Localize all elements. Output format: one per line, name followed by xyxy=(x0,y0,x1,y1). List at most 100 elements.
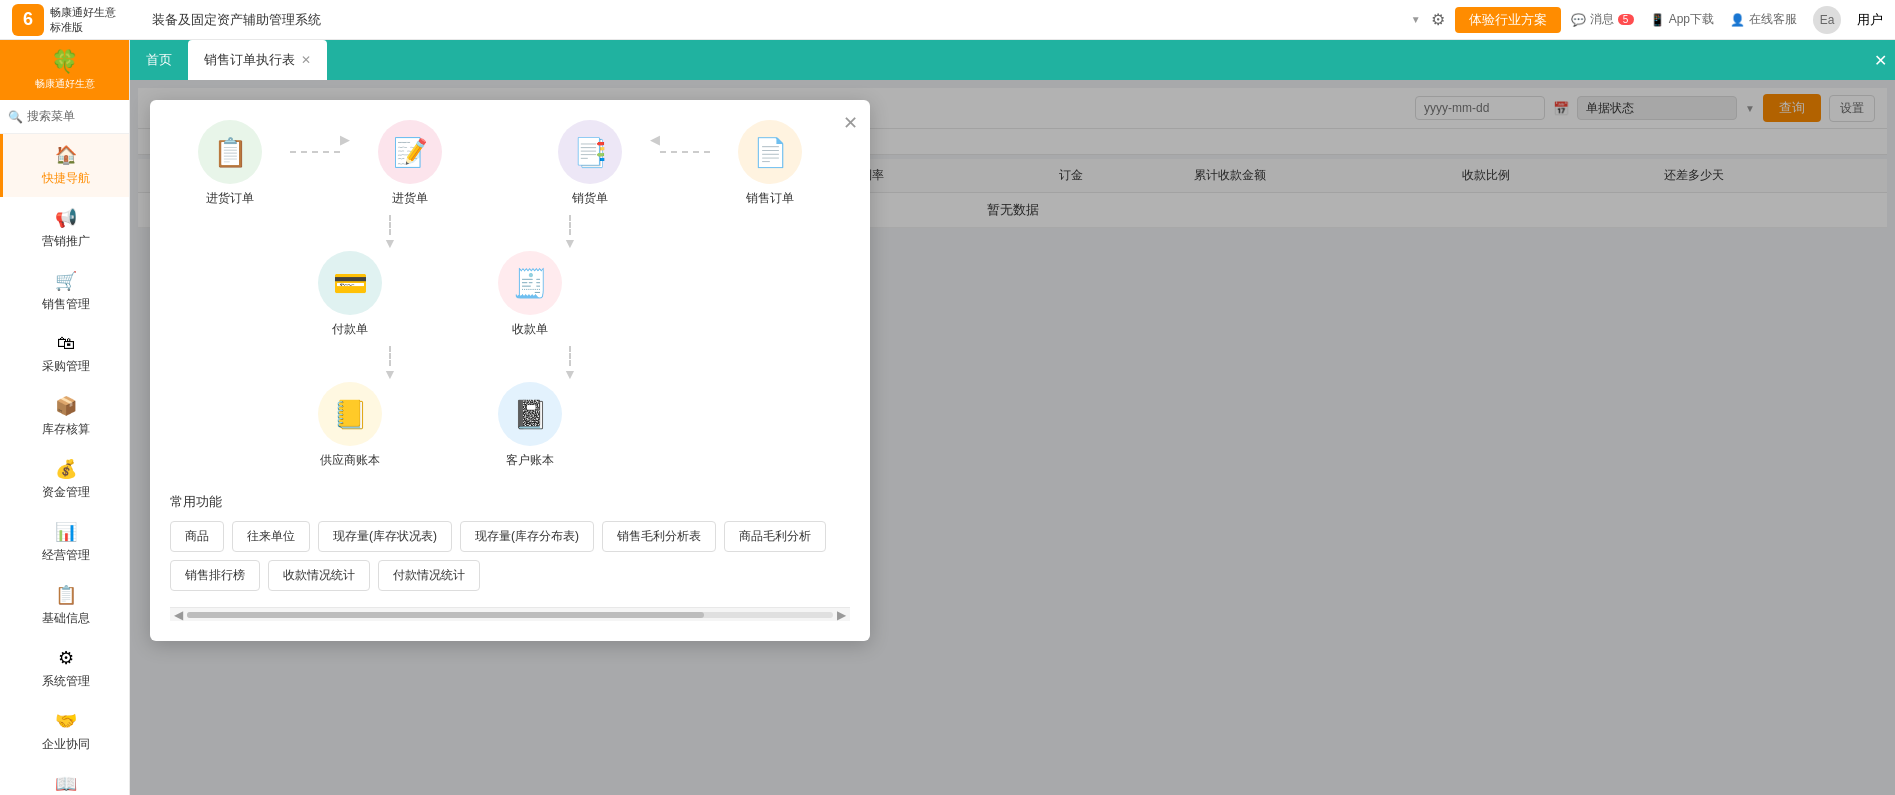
sales-bill-circle[interactable]: 📑 xyxy=(558,120,622,184)
purchase-order-label: 进货订单 xyxy=(206,190,254,207)
logo-char: 6 xyxy=(23,9,33,30)
modal: ✕ 📋 进货订单 xyxy=(150,100,870,641)
finance-icon: 💰 xyxy=(55,458,77,480)
tab-bar-close-icon[interactable]: ✕ xyxy=(1874,51,1887,70)
logo-area: 6 畅康通好生意 标准版 xyxy=(12,4,142,36)
receipt-bill-circle[interactable]: 🧾 xyxy=(498,251,562,315)
avatar[interactable]: Ea xyxy=(1813,6,1841,34)
arrow-row-2: ▼ ▼ xyxy=(330,346,850,382)
logo-text: 畅康通好生意 标准版 xyxy=(50,5,116,34)
sidebar-item-inventory[interactable]: 📦 库存核算 xyxy=(0,385,129,448)
payment-bill-circle[interactable]: 💳 xyxy=(318,251,382,315)
message-btn[interactable]: 💬 消息 5 xyxy=(1571,11,1634,28)
supplier-ledger-icon: 📒 xyxy=(333,398,368,431)
tab-close-icon[interactable]: ✕ xyxy=(301,53,311,67)
sidebar-item-purchase[interactable]: 🛍 采购管理 xyxy=(0,323,129,385)
logo-line1: 畅康通好生意 xyxy=(50,5,116,19)
workflow: 📋 进货订单 ▶ xyxy=(170,120,850,477)
workflow-row-2: 💳 付款单 🧾 收款单 xyxy=(290,251,850,338)
func-btn-stock-dist[interactable]: 现存量(库存分布表) xyxy=(460,521,594,552)
common-functions: 常用功能 商品 往来单位 现存量(库存状况表) 现存量(库存分布表) 销售毛利分… xyxy=(170,493,850,591)
cooperation-label: 企业协同 xyxy=(42,736,90,753)
receipt-bill-icon: 🧾 xyxy=(513,267,548,300)
func-btn-stock-status[interactable]: 现存量(库存状况表) xyxy=(318,521,452,552)
purchase-order-circle[interactable]: 📋 xyxy=(198,120,262,184)
message-badge: 5 xyxy=(1618,14,1634,25)
func-buttons-row-1: 商品 往来单位 现存量(库存状况表) 现存量(库存分布表) 销售毛利分析表 商品… xyxy=(170,521,850,552)
func-btn-receipt-stat[interactable]: 收款情况统计 xyxy=(268,560,370,591)
sales-icon: 🛒 xyxy=(55,270,77,292)
func-buttons-row-2: 销售排行榜 收款情况统计 付款情况统计 xyxy=(170,560,850,591)
customer-ledger-label: 客户账本 xyxy=(506,452,554,469)
scroll-track[interactable] xyxy=(187,612,833,618)
user-label: 用户 xyxy=(1857,11,1883,29)
guide-icon: 📖 xyxy=(55,773,77,795)
system-dropdown-icon[interactable]: ▼ xyxy=(1411,14,1421,25)
tab-home[interactable]: 首页 xyxy=(130,40,188,80)
sales-order-circle[interactable]: 📄 xyxy=(738,120,802,184)
scroll-right-btn[interactable]: ▶ xyxy=(837,608,846,622)
modal-close-btn[interactable]: ✕ xyxy=(843,112,858,134)
customer-ledger-circle[interactable]: 📓 xyxy=(498,382,562,446)
sidebar-item-cooperation[interactable]: 🤝 企业协同 xyxy=(0,700,129,763)
func-btn-sales-rank[interactable]: 销售排行榜 xyxy=(170,560,260,591)
customer-ledger-icon: 📓 xyxy=(513,398,548,431)
sidebar-item-operation[interactable]: 📊 经营管理 xyxy=(0,511,129,574)
top-bar: 6 畅康通好生意 标准版 装备及固定资产辅助管理系统 ▼ ⚙ 体验行业方案 💬 … xyxy=(0,0,1895,40)
modal-overlay[interactable]: ✕ 📋 进货订单 xyxy=(130,80,1895,795)
sidebar-item-quick-nav[interactable]: 🏠 快捷导航 xyxy=(0,134,129,197)
purchase-label: 采购管理 xyxy=(42,358,90,375)
supplier-ledger-circle[interactable]: 📒 xyxy=(318,382,382,446)
app-download-label: App下载 xyxy=(1669,11,1714,28)
sidebar-logo-icon: 🍀 xyxy=(51,49,78,75)
node-customer-ledger: 📓 客户账本 xyxy=(470,382,590,469)
top-actions: 💬 消息 5 📱 App下载 👤 在线客服 Ea 用户 xyxy=(1571,6,1883,34)
arrow-down-pb: ▼ xyxy=(330,215,450,251)
func-btn-partner[interactable]: 往来单位 xyxy=(232,521,310,552)
common-functions-title: 常用功能 xyxy=(170,493,850,511)
sidebar-item-finance[interactable]: 💰 资金管理 xyxy=(0,448,129,511)
workflow-row-1: 📋 进货订单 ▶ xyxy=(170,120,850,207)
quick-nav-label: 快捷导航 xyxy=(42,170,90,187)
settings-icon[interactable]: ⚙ xyxy=(1431,10,1445,29)
purchase-icon: 🛍 xyxy=(57,333,75,354)
tab-sales-order[interactable]: 销售订单执行表 ✕ xyxy=(188,40,327,80)
func-btn-goods[interactable]: 商品 xyxy=(170,521,224,552)
finance-label: 资金管理 xyxy=(42,484,90,501)
sidebar-item-guide[interactable]: 📖 新手引导 xyxy=(0,763,129,795)
tab-home-label: 首页 xyxy=(146,51,172,69)
node-purchase-bill: 📝 进货单 xyxy=(350,120,470,207)
scroll-bar-area: ◀ ▶ xyxy=(170,607,850,621)
app-download-btn[interactable]: 📱 App下载 xyxy=(1650,11,1714,28)
message-label: 消息 xyxy=(1590,11,1614,28)
node-purchase-order: 📋 进货订单 xyxy=(170,120,290,207)
logo-line2: 标准版 xyxy=(50,20,116,34)
sales-label: 销售管理 xyxy=(42,296,90,313)
sidebar-item-marketing[interactable]: 📢 营销推广 xyxy=(0,197,129,260)
func-btn-goods-profit[interactable]: 商品毛利分析 xyxy=(724,521,826,552)
workflow-row-3: 📒 供应商账本 📓 客户账本 xyxy=(290,382,850,469)
tab-sales-order-label: 销售订单执行表 xyxy=(204,51,295,69)
scroll-left-btn[interactable]: ◀ xyxy=(174,608,183,622)
sidebar-search[interactable]: 🔍 搜索菜单 xyxy=(0,100,129,134)
func-btn-payment-stat[interactable]: 付款情况统计 xyxy=(378,560,480,591)
purchase-bill-label: 进货单 xyxy=(392,190,428,207)
arrow-row-1: ▼ ▼ xyxy=(330,215,850,251)
experience-btn[interactable]: 体验行业方案 xyxy=(1455,7,1561,33)
node-sales-bill: 📑 销货单 xyxy=(530,120,650,207)
system-label: 系统管理 xyxy=(42,673,90,690)
sidebar-item-system[interactable]: ⚙ 系统管理 xyxy=(0,637,129,700)
scroll-thumb[interactable] xyxy=(187,612,704,618)
sidebar: 🍀 畅康通好生意 🔍 搜索菜单 🏠 快捷导航 📢 营销推广 🛒 销售管理 🛍 xyxy=(0,40,130,795)
online-service-btn[interactable]: 👤 在线客服 xyxy=(1730,11,1797,28)
purchase-bill-icon: 📝 xyxy=(393,136,428,169)
marketing-label: 营销推广 xyxy=(42,233,90,250)
sidebar-item-basic-info[interactable]: 📋 基础信息 xyxy=(0,574,129,637)
sidebar-item-sales[interactable]: 🛒 销售管理 xyxy=(0,260,129,323)
payment-bill-label: 付款单 xyxy=(332,321,368,338)
logo-icon: 6 xyxy=(12,4,44,36)
arrow-po-to-pb: ▶ xyxy=(290,151,350,153)
purchase-bill-circle[interactable]: 📝 xyxy=(378,120,442,184)
content-area: 首页 销售订单执行表 ✕ ✕ ❓ 帮助 🖨 xyxy=(130,40,1895,795)
func-btn-sales-profit[interactable]: 销售毛利分析表 xyxy=(602,521,716,552)
